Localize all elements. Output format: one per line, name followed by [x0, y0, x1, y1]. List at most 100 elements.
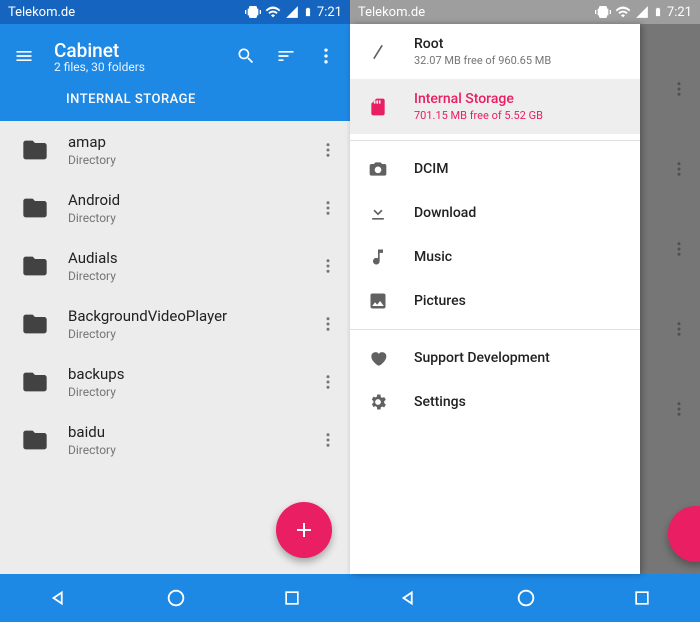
clock-label: 7:21: [317, 5, 342, 20]
nav-bar: [350, 574, 700, 622]
item-body: Audials Directory: [54, 249, 316, 283]
item-body: baiduDirectory: [54, 423, 316, 457]
item-subtitle: Directory: [68, 153, 316, 167]
battery-icon: [653, 4, 663, 20]
heart-icon: [366, 348, 390, 368]
sd-icon: [366, 97, 390, 117]
drawer-item-title: Settings: [414, 394, 624, 410]
drawer-item-title: Download: [414, 205, 624, 221]
nav-bar: [0, 574, 350, 622]
folder-icon: [16, 368, 54, 396]
app-subtitle: 2 files, 30 folders: [54, 60, 145, 74]
overflow-icon[interactable]: [316, 431, 340, 449]
item-subtitle: Directory: [68, 327, 316, 341]
overflow-icon[interactable]: [316, 373, 340, 391]
slash-icon: [366, 42, 390, 62]
folder-icon: [16, 426, 54, 454]
app-title: Cabinet: [54, 39, 145, 62]
item-title: backups: [68, 365, 316, 383]
drawer-item[interactable]: Pictures: [350, 279, 640, 323]
item-subtitle: Directory: [68, 443, 316, 457]
wifi-icon: [615, 4, 631, 20]
nav-recent-icon[interactable]: [282, 588, 302, 608]
item-body: AndroidDirectory: [54, 191, 316, 225]
drawer-item-title: Support Development: [414, 350, 624, 366]
app-bar: Cabinet 2 files, 30 folders INTERNAL STO…: [0, 24, 350, 121]
status-icons: 7:21: [595, 4, 692, 20]
nav-recent-icon[interactable]: [632, 588, 652, 608]
title-block: Cabinet 2 files, 30 folders: [54, 39, 145, 74]
sort-icon[interactable]: [276, 46, 296, 66]
overflow-icon[interactable]: [316, 199, 340, 217]
list-item[interactable]: Audials Directory: [0, 237, 350, 295]
image-icon: [366, 291, 390, 311]
item-subtitle: Directory: [68, 269, 316, 283]
drawer-item-subtitle: 701.15 MB free of 5.52 GB: [414, 109, 624, 122]
drawer-item[interactable]: Music: [350, 235, 640, 279]
music-icon: [366, 247, 390, 267]
drawer-item-title: Music: [414, 249, 624, 265]
vibrate-icon: [245, 4, 261, 20]
fab-add[interactable]: [276, 502, 332, 558]
screenshot-main: Telekom.de 7:21 Cabinet 2 files, 30 fold…: [0, 0, 350, 622]
vibrate-icon: [595, 4, 611, 20]
drawer-item-title: DCIM: [414, 161, 624, 177]
item-title: amap: [68, 133, 316, 151]
plus-icon: [292, 518, 316, 542]
clock-label: 7:21: [667, 5, 692, 20]
item-body: amap Directory: [54, 133, 316, 167]
screenshot-drawer: Telekom.de 7:21 Root32.07 MB free of 960…: [350, 0, 700, 622]
folder-icon: [16, 252, 54, 280]
overflow-icon[interactable]: [316, 315, 340, 333]
search-icon[interactable]: [236, 46, 256, 66]
list-item[interactable]: amap Directory: [0, 121, 350, 179]
wifi-icon: [265, 4, 281, 20]
list-item[interactable]: baiduDirectory: [0, 411, 350, 469]
drawer-item[interactable]: Root32.07 MB free of 960.65 MB: [350, 24, 640, 79]
carrier-label: Telekom.de: [8, 5, 245, 20]
item-title: Audials: [68, 249, 316, 267]
overflow-icon[interactable]: [316, 257, 340, 275]
drawer-item-title: Pictures: [414, 293, 624, 309]
drawer-item-title: Internal Storage: [414, 91, 624, 107]
drawer-item-body: Support Development: [414, 350, 624, 366]
drawer-item[interactable]: Settings: [350, 380, 640, 424]
section-header: INTERNAL STORAGE: [14, 78, 336, 121]
status-bar: Telekom.de 7:21: [350, 0, 700, 24]
gear-icon: [366, 392, 390, 412]
drawer-item[interactable]: DCIM: [350, 147, 640, 191]
drawer-item-body: Settings: [414, 394, 624, 410]
list-item[interactable]: BackgroundVideoPlayer Directory: [0, 295, 350, 353]
list-item[interactable]: backups Directory: [0, 353, 350, 411]
drawer-item[interactable]: Download: [350, 191, 640, 235]
drawer-item-body: Internal Storage 701.15 MB free of 5.52 G…: [414, 91, 624, 122]
overflow-icon[interactable]: [316, 141, 340, 159]
drawer-item-body: DCIM: [414, 161, 624, 177]
battery-icon: [303, 4, 313, 20]
divider: [350, 140, 640, 141]
nav-home-icon[interactable]: [515, 587, 537, 609]
nav-back-icon[interactable]: [398, 587, 420, 609]
item-title: Android: [68, 191, 316, 209]
drawer-item-body: Pictures: [414, 293, 624, 309]
nav-back-icon[interactable]: [48, 587, 70, 609]
nav-home-icon[interactable]: [165, 587, 187, 609]
drawer-item-subtitle: 32.07 MB free of 960.65 MB: [414, 54, 624, 67]
item-subtitle: Directory: [68, 385, 316, 399]
menu-icon[interactable]: [14, 46, 34, 66]
drawer-item[interactable]: Internal Storage 701.15 MB free of 5.52 G…: [350, 79, 640, 134]
carrier-label: Telekom.de: [358, 5, 595, 20]
item-body: BackgroundVideoPlayer Directory: [54, 307, 316, 341]
status-bar: Telekom.de 7:21: [0, 0, 350, 24]
divider: [350, 329, 640, 330]
folder-icon: [16, 310, 54, 338]
navigation-drawer: Root32.07 MB free of 960.65 MB Internal S…: [350, 24, 640, 574]
list-item[interactable]: AndroidDirectory: [0, 179, 350, 237]
item-title: BackgroundVideoPlayer: [68, 307, 316, 325]
drawer-item-body: Music: [414, 249, 624, 265]
drawer-item[interactable]: Support Development: [350, 336, 640, 380]
overflow-icon[interactable]: [316, 46, 336, 66]
signal-icon: [635, 5, 649, 19]
download-icon: [366, 203, 390, 223]
status-icons: 7:21: [245, 4, 342, 20]
